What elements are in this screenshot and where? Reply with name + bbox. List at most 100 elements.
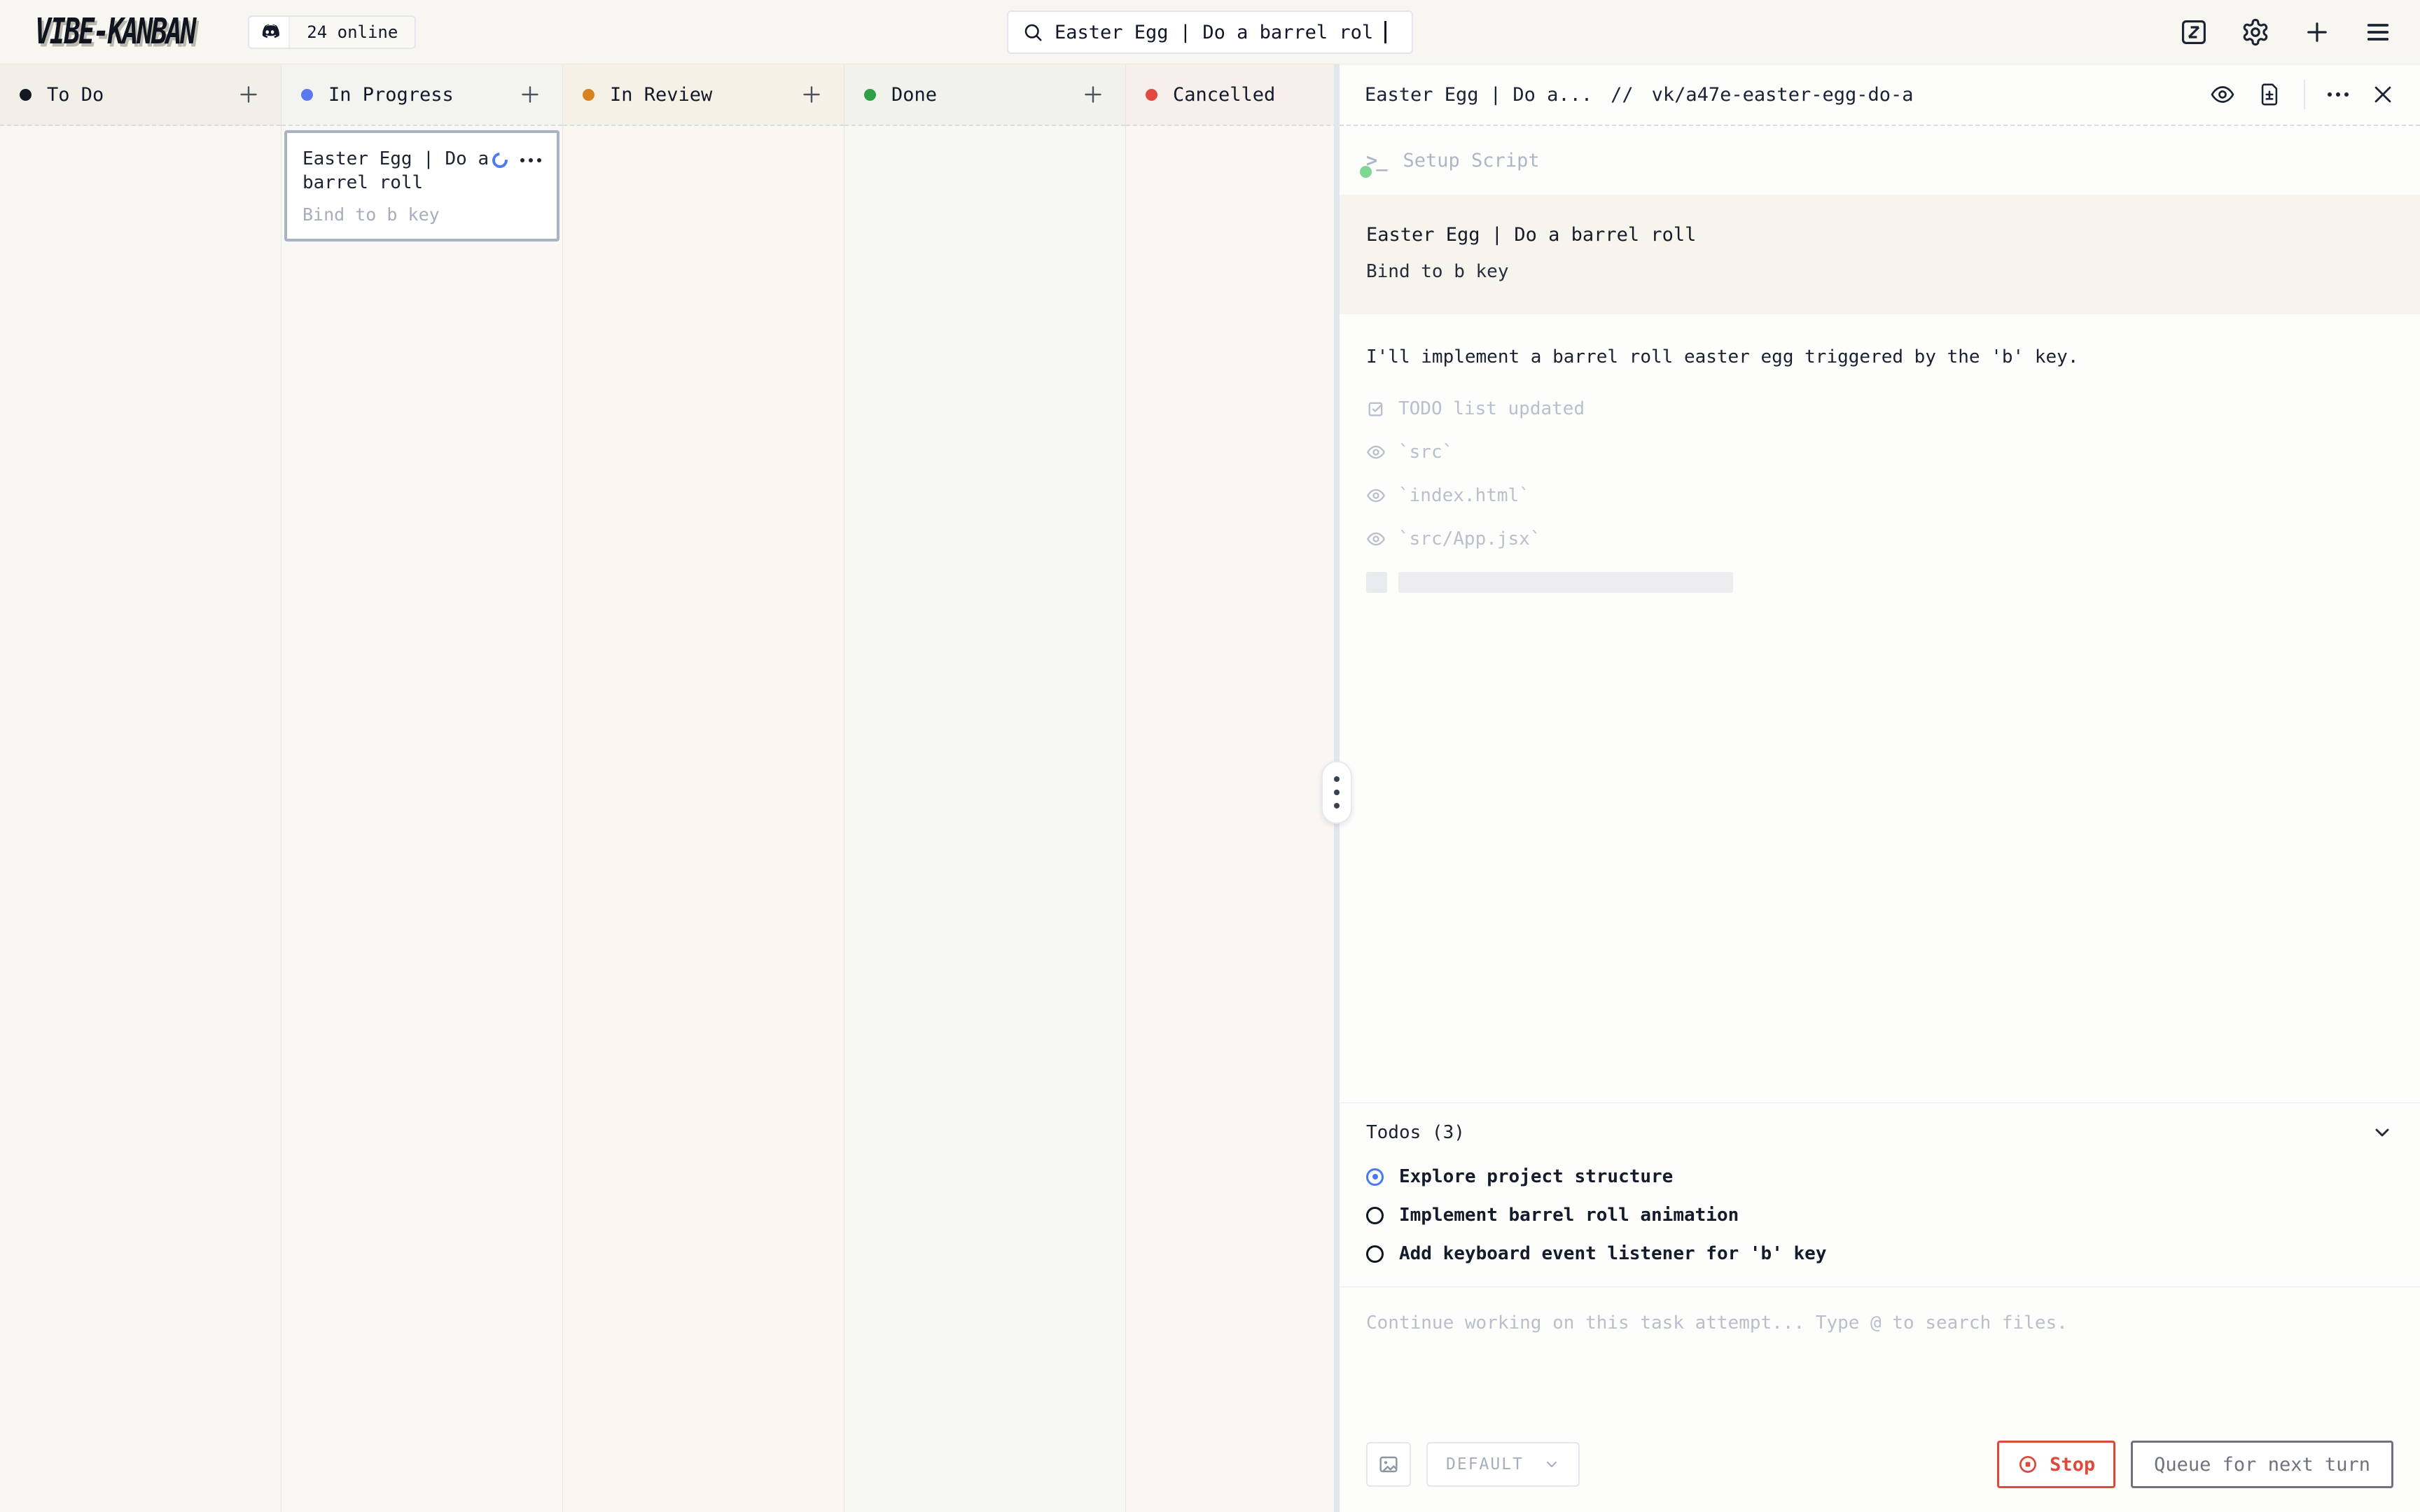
menu-icon[interactable]	[2364, 18, 2392, 46]
task-detail-panel: Easter Egg | Do a... // vk/a47e-easter-e…	[1340, 64, 2420, 1512]
event-row-file-view[interactable]: `src`	[1366, 442, 2393, 463]
settings-gear-icon[interactable]	[2241, 18, 2270, 47]
event-row-todo-updated[interactable]: TODO list updated	[1366, 398, 2393, 419]
event-text: `src`	[1398, 442, 1453, 463]
checkbox-icon	[1366, 399, 1386, 419]
task-summary-subtitle: Bind to b key	[1366, 261, 2393, 282]
column-body	[1126, 126, 1334, 1512]
composer: Continue working on this task attempt...…	[1340, 1287, 2420, 1512]
branch-name: vk/a47e-easter-egg-do-a	[1652, 84, 1914, 106]
todos-header[interactable]: Todos (3)	[1366, 1121, 2393, 1144]
todo-text: Implement barrel roll animation	[1399, 1205, 1739, 1226]
terminal-prompt-icon: >_	[1366, 150, 1386, 172]
panel-header: Easter Egg | Do a... // vk/a47e-easter-e…	[1340, 64, 2420, 126]
search-value: Easter Egg | Do a barrel rol	[1055, 22, 1373, 43]
status-green-dot	[1360, 166, 1372, 178]
add-icon[interactable]	[2302, 18, 2332, 47]
eye-icon[interactable]	[2210, 82, 2235, 107]
event-text: `src/App.jsx`	[1398, 528, 1541, 550]
plus-icon[interactable]	[1080, 82, 1106, 107]
column-in-progress: In Progress Easter Egg | Do a barrel rol…	[281, 64, 563, 1512]
column-title: In Progress	[328, 84, 454, 106]
title-branch-divider: //	[1611, 84, 1634, 106]
stop-button[interactable]: Stop	[1997, 1441, 2115, 1488]
task-card-title: Easter Egg | Do a barrel roll	[302, 147, 492, 195]
setup-script-label: Setup Script	[1403, 150, 1540, 172]
discord-icon	[249, 17, 290, 48]
app-logo[interactable]: VIBE-KANBAN	[35, 11, 195, 52]
column-done: Done	[844, 64, 1126, 1512]
column-in-review: In Review	[563, 64, 844, 1512]
todo-in-progress-icon	[1366, 1168, 1384, 1186]
diff-file-icon[interactable]	[2258, 83, 2281, 106]
ellipsis-icon[interactable]	[2328, 90, 2349, 99]
stop-circle-icon	[2017, 1454, 2038, 1475]
eye-icon	[1366, 529, 1386, 549]
search-input[interactable]: Easter Egg | Do a barrel rol	[1007, 10, 1413, 54]
code-logo-icon[interactable]	[2179, 18, 2209, 47]
topbar: VIBE-KANBAN 24 online Easter Egg | Do a …	[0, 0, 2420, 64]
column-title: In Review	[610, 84, 712, 106]
column-cancelled: Cancelled	[1126, 64, 1334, 1512]
status-dot	[20, 89, 32, 101]
todo-pending-icon	[1366, 1207, 1384, 1224]
divider	[2304, 80, 2305, 109]
profile-select[interactable]: DEFAULT	[1426, 1442, 1580, 1487]
topbar-actions	[2179, 18, 2400, 47]
task-summary-title: Easter Egg | Do a barrel roll	[1366, 224, 2393, 246]
chevron-down-icon	[1543, 1456, 1560, 1473]
spinner-icon	[489, 150, 511, 172]
todo-pending-icon	[1366, 1245, 1384, 1263]
column-header: Cancelled	[1126, 64, 1334, 126]
queue-label: Queue for next turn	[2154, 1454, 2370, 1476]
main-area: To Do In Progress Easter Egg | Do a barr…	[0, 64, 2420, 1512]
image-icon[interactable]	[1366, 1442, 1411, 1487]
column-body	[563, 126, 844, 1512]
panel-resize-divider	[1334, 64, 1340, 1512]
todo-text: Explore project structure	[1399, 1166, 1673, 1187]
todos-section: Todos (3) Explore project structure Impl…	[1340, 1102, 2420, 1287]
text-caret	[1384, 21, 1386, 43]
stop-label: Stop	[2050, 1454, 2095, 1476]
queue-next-turn-button[interactable]: Queue for next turn	[2131, 1441, 2393, 1488]
event-row-file-view[interactable]: `src/App.jsx`	[1366, 528, 2393, 550]
column-header: In Progress	[281, 64, 562, 126]
column-body	[0, 126, 281, 1512]
todo-item: Implement barrel roll animation	[1366, 1205, 2393, 1226]
status-dot	[583, 89, 594, 101]
plus-icon[interactable]	[799, 82, 824, 107]
column-header: In Review	[563, 64, 844, 126]
todo-item: Explore project structure	[1366, 1166, 2393, 1187]
event-row-file-view[interactable]: `index.html`	[1366, 485, 2393, 506]
todos-title: Todos (3)	[1366, 1122, 1465, 1143]
column-title: To Do	[47, 84, 104, 106]
event-text: TODO list updated	[1398, 398, 1585, 419]
panel-title: Easter Egg | Do a...	[1365, 84, 1592, 106]
task-card[interactable]: Easter Egg | Do a barrel roll Bind to b …	[284, 130, 559, 241]
status-dot	[1146, 89, 1157, 101]
online-count-label: 24 online	[290, 17, 415, 48]
profile-value: DEFAULT	[1446, 1455, 1524, 1474]
eye-icon	[1366, 442, 1386, 462]
plus-icon[interactable]	[236, 82, 261, 107]
task-summary: Easter Egg | Do a barrel roll Bind to b …	[1340, 195, 2420, 314]
todo-item: Add keyboard event listener for 'b' key	[1366, 1243, 2393, 1264]
agent-message: I'll implement a barrel roll easter egg …	[1366, 346, 2393, 368]
task-card-subtitle: Bind to b key	[302, 204, 541, 225]
search-icon	[1022, 22, 1043, 43]
chevron-down-icon	[2371, 1121, 2393, 1144]
todo-text: Add keyboard event listener for 'b' key	[1399, 1243, 1826, 1264]
close-icon[interactable]	[2371, 83, 2395, 106]
status-dot	[301, 89, 313, 101]
conversation-log: I'll implement a barrel roll easter egg …	[1340, 314, 2420, 1102]
loading-skeleton	[1366, 572, 2393, 593]
discord-online-badge[interactable]: 24 online	[248, 15, 416, 49]
column-title: Cancelled	[1173, 84, 1275, 106]
drag-handle[interactable]	[1321, 761, 1352, 824]
setup-script-section[interactable]: >_ Setup Script	[1340, 126, 2420, 195]
plus-icon[interactable]	[517, 82, 543, 107]
ellipsis-icon[interactable]	[520, 155, 541, 165]
column-header: Done	[844, 64, 1125, 126]
composer-input[interactable]: Continue working on this task attempt...…	[1366, 1312, 2393, 1334]
column-body: Easter Egg | Do a barrel roll Bind to b …	[281, 126, 562, 1512]
